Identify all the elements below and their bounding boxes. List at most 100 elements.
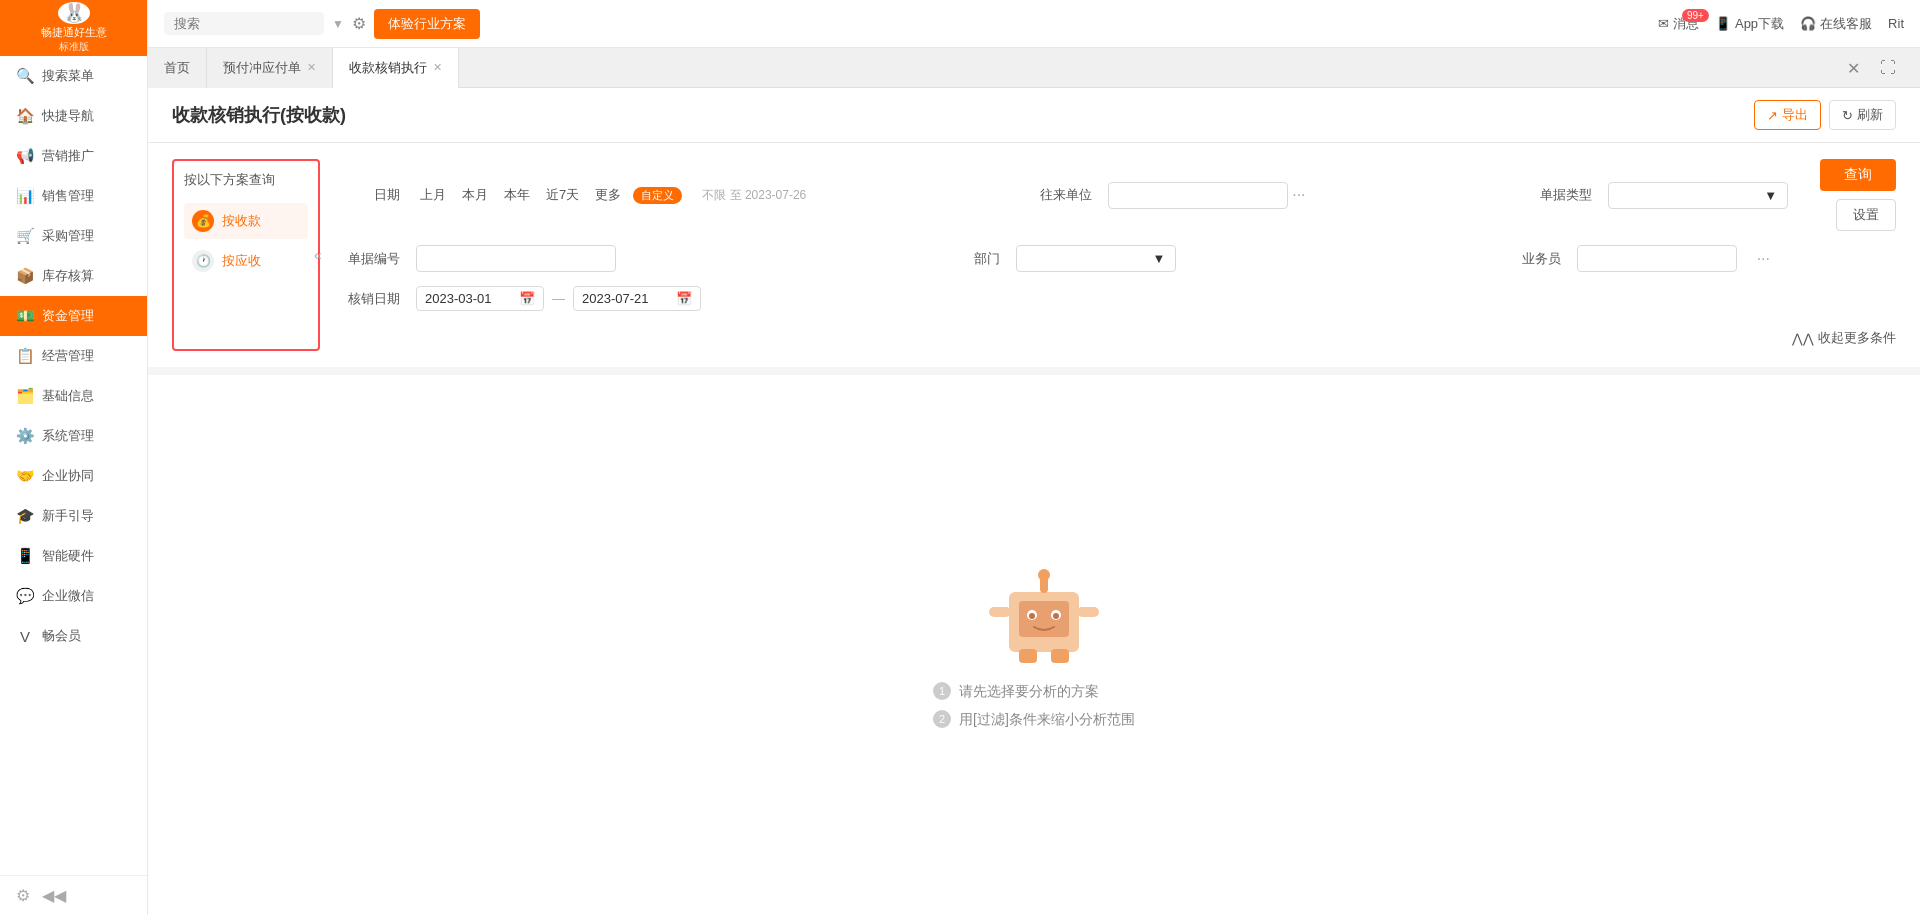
sidebar-item-label: 营销推广 <box>42 147 94 165</box>
date-last-7days[interactable]: 近7天 <box>542 184 583 206</box>
staff-dots-icon[interactable]: ··· <box>1757 250 1770 268</box>
sidebar-item-inventory[interactable]: 📦 库存核算 <box>0 256 147 296</box>
page-actions: ↗ 导出 ↻ 刷新 <box>1754 100 1896 142</box>
topbar-search-input[interactable] <box>164 12 324 35</box>
marketing-icon: 📢 <box>16 147 34 165</box>
filter-option-by-receipt[interactable]: 💰 按收款 <box>184 203 308 239</box>
topbar-messages[interactable]: ✉ 消息 99+ <box>1658 15 1699 33</box>
date-last-month[interactable]: 上月 <box>416 184 450 206</box>
topbar-online-service[interactable]: 🎧 在线客服 <box>1800 15 1872 33</box>
tab-home[interactable]: 首页 <box>148 48 207 88</box>
sidebar-item-wechat[interactable]: 💬 企业微信 <box>0 576 147 616</box>
filter-row-docno: 单据编号 部门 ▼ 业务员 ··· <box>344 245 1896 272</box>
partner-dots-icon[interactable]: ··· <box>1292 186 1305 204</box>
collapse-more-button[interactable]: ⋀⋀ 收起更多条件 <box>1792 329 1896 347</box>
writeoff-date-input-group: 📅 — 📅 <box>416 286 701 311</box>
date-custom-badge[interactable]: 自定义 <box>633 187 682 204</box>
collapse-left-panel-btn[interactable]: « <box>314 247 322 263</box>
guide-icon: 🎓 <box>16 507 34 525</box>
tab-prepay[interactable]: 预付冲应付单 ✕ <box>207 48 333 88</box>
collapse-more-label: 收起更多条件 <box>1818 329 1896 347</box>
sidebar-item-member[interactable]: V 畅会员 <box>0 616 147 656</box>
basic-icon: 🗂️ <box>16 387 34 405</box>
refresh-button[interactable]: ↻ 刷新 <box>1829 100 1896 130</box>
sidebar-item-basic[interactable]: 🗂️ 基础信息 <box>0 376 147 416</box>
date-this-month[interactable]: 本月 <box>458 184 492 206</box>
staff-input[interactable] <box>1577 245 1737 272</box>
sidebar-item-marketing[interactable]: 📢 营销推广 <box>0 136 147 176</box>
purchase-icon: 🛒 <box>16 227 34 245</box>
empty-illustration <box>984 557 1084 657</box>
logo-sub: 标准版 <box>59 40 89 54</box>
topbar-dropdown-icon[interactable]: ▼ <box>332 17 344 31</box>
sidebar-item-funds[interactable]: 💵 资金管理 <box>0 296 147 336</box>
sidebar-item-guide[interactable]: 🎓 新手引导 <box>0 496 147 536</box>
sidebar-footer: ⚙ ◀◀ <box>0 875 147 915</box>
collapse-sidebar-icon[interactable]: ◀◀ <box>42 886 66 905</box>
expand-tabs-icon[interactable]: ⛶ <box>1880 59 1896 77</box>
tab-receipt-writeoff[interactable]: 收款核销执行 ✕ <box>333 48 459 88</box>
doc-type-dropdown-icon: ▼ <box>1764 188 1777 203</box>
svg-rect-11 <box>1051 649 1069 663</box>
sidebar-item-label: 智能硬件 <box>42 547 94 565</box>
sidebar-item-purchase[interactable]: 🛒 采购管理 <box>0 216 147 256</box>
settings-footer-icon[interactable]: ⚙ <box>16 886 30 905</box>
settings-button[interactable]: 设置 <box>1836 199 1896 231</box>
member-icon: V <box>16 628 34 645</box>
topbar-gear-icon[interactable]: ⚙ <box>352 14 366 33</box>
filter-option-by-receivable[interactable]: 🕐 按应收 <box>184 243 308 279</box>
writeoff-date-start-input[interactable] <box>425 291 515 306</box>
filter-scheme-panel: 按以下方案查询 💰 按收款 🕐 按应收 <box>172 159 320 351</box>
sidebar-item-system[interactable]: ⚙️ 系统管理 <box>0 416 147 456</box>
filter-row-writeoff-date: 核销日期 📅 — 📅 <box>344 286 1896 311</box>
sidebar-item-sales[interactable]: 📊 销售管理 <box>0 176 147 216</box>
sidebar-item-label: 系统管理 <box>42 427 94 445</box>
topbar-right: ✉ 消息 99+ 📱 App下载 🎧 在线客服 Rit <box>1658 15 1904 33</box>
dept-select[interactable]: ▼ <box>1016 245 1176 272</box>
close-all-tabs-icon[interactable]: ✕ <box>1847 58 1860 77</box>
industry-btn[interactable]: 体验行业方案 <box>374 9 480 39</box>
sidebar-item-search[interactable]: 🔍 搜索菜单 <box>0 56 147 96</box>
export-button[interactable]: ↗ 导出 <box>1754 100 1821 130</box>
date-this-year[interactable]: 本年 <box>500 184 534 206</box>
query-button[interactable]: 查询 <box>1820 159 1896 191</box>
doc-type-select[interactable]: ▼ <box>1608 182 1788 209</box>
date-end-calendar-icon[interactable]: 📅 <box>676 291 692 306</box>
sidebar: 🐰 畅捷通好生意 标准版 🔍 搜索菜单 🏠 快捷导航 📢 营销推广 📊 销售管理… <box>0 0 148 915</box>
sidebar-item-label: 搜索菜单 <box>42 67 94 85</box>
collapse-more-row: ⋀⋀ 收起更多条件 <box>344 325 1896 351</box>
app-logo: 🐰 畅捷通好生意 标准版 <box>0 0 147 56</box>
export-icon: ↗ <box>1767 108 1778 123</box>
tab-prepay-close[interactable]: ✕ <box>307 61 316 74</box>
sidebar-item-enterprise[interactable]: 🤝 企业协同 <box>0 456 147 496</box>
staff-label: 业务员 <box>1505 250 1561 268</box>
filter-row-date: 日期 上月 本月 本年 近7天 更多 自定义 不限 至 2023-07-26 往… <box>344 159 1896 231</box>
sidebar-item-quicknav[interactable]: 🏠 快捷导航 <box>0 96 147 136</box>
date-more[interactable]: 更多 <box>591 184 625 206</box>
docno-input[interactable] <box>416 245 616 272</box>
writeoff-date-end-input[interactable] <box>582 291 672 306</box>
filter-right: 日期 上月 本月 本年 近7天 更多 自定义 不限 至 2023-07-26 往… <box>344 159 1896 351</box>
sidebar-item-label: 基础信息 <box>42 387 94 405</box>
svg-rect-8 <box>989 607 1011 617</box>
logo-icon: 🐰 <box>58 2 90 24</box>
writeoff-date-label: 核销日期 <box>344 290 400 308</box>
topbar-app-download[interactable]: 📱 App下载 <box>1715 15 1784 33</box>
enterprise-icon: 🤝 <box>16 467 34 485</box>
sidebar-item-label: 快捷导航 <box>42 107 94 125</box>
partner-input[interactable] <box>1108 182 1288 209</box>
sidebar-item-label: 企业微信 <box>42 587 94 605</box>
writeoff-date-end-wrap: 📅 <box>573 286 701 311</box>
svg-rect-10 <box>1019 649 1037 663</box>
sidebar-item-operations[interactable]: 📋 经营管理 <box>0 336 147 376</box>
tab-receipt-writeoff-close[interactable]: ✕ <box>433 61 442 74</box>
date-start-calendar-icon[interactable]: 📅 <box>519 291 535 306</box>
sidebar-item-label: 销售管理 <box>42 187 94 205</box>
dept-label: 部门 <box>944 250 1000 268</box>
section-divider <box>148 367 1920 375</box>
filter-panel-title: 按以下方案查询 <box>184 171 308 193</box>
filter-area: 按以下方案查询 💰 按收款 🕐 按应收 « 日期 上月 本 <box>148 143 1920 367</box>
topbar-username[interactable]: Rit <box>1888 16 1904 31</box>
system-icon: ⚙️ <box>16 427 34 445</box>
sidebar-item-hardware[interactable]: 📱 智能硬件 <box>0 536 147 576</box>
